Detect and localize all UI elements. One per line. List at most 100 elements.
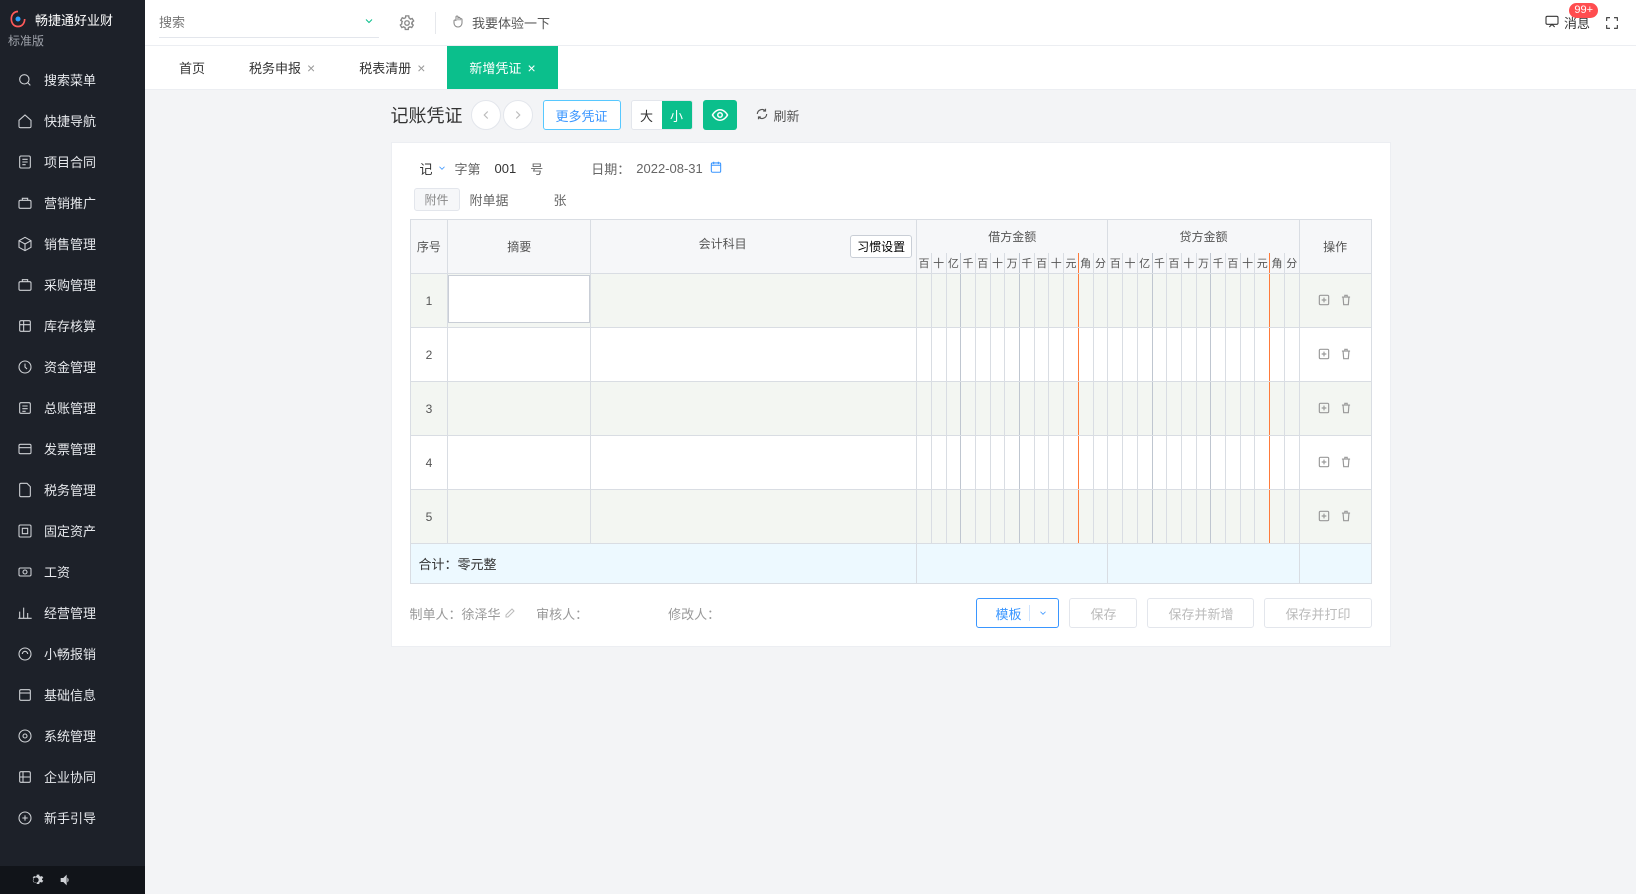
size-large-button[interactable]: 大 (632, 101, 662, 129)
sidebar-item[interactable]: 资金管理 (0, 346, 145, 387)
amount-cell[interactable] (1137, 436, 1152, 490)
sidebar-item[interactable]: 固定资产 (0, 510, 145, 551)
more-voucher-button[interactable]: 更多凭证 (543, 100, 621, 130)
amount-cell[interactable] (1167, 490, 1182, 544)
amount-cell[interactable] (1181, 328, 1196, 382)
fullscreen-icon[interactable] (1602, 13, 1622, 33)
amount-cell[interactable] (946, 328, 961, 382)
amount-cell[interactable] (1226, 436, 1241, 490)
gear-icon[interactable] (393, 9, 421, 37)
add-row-icon[interactable] (1316, 509, 1332, 525)
amount-cell[interactable] (1020, 274, 1035, 328)
amount-cell[interactable] (1284, 490, 1299, 544)
amount-cell[interactable] (975, 490, 990, 544)
amount-cell[interactable] (1211, 328, 1226, 382)
amount-cell[interactable] (1093, 382, 1108, 436)
amount-cell[interactable] (1123, 490, 1138, 544)
preview-button[interactable] (703, 100, 737, 130)
amount-cell[interactable] (931, 436, 946, 490)
amount-cell[interactable] (1240, 328, 1255, 382)
template-button[interactable]: 模板 (976, 598, 1059, 628)
amount-cell[interactable] (1211, 490, 1226, 544)
amount-cell[interactable] (1284, 274, 1299, 328)
amount-cell[interactable] (1240, 490, 1255, 544)
amount-cell[interactable] (1255, 490, 1270, 544)
amount-cell[interactable] (1078, 490, 1093, 544)
amount-cell[interactable] (1284, 328, 1299, 382)
amount-cell[interactable] (1108, 490, 1123, 544)
amount-cell[interactable] (931, 328, 946, 382)
amount-cell[interactable] (1078, 328, 1093, 382)
amount-cell[interactable] (1211, 382, 1226, 436)
amount-cell[interactable] (1049, 382, 1064, 436)
amount-cell[interactable] (1255, 436, 1270, 490)
amount-cell[interactable] (1181, 274, 1196, 328)
amount-cell[interactable] (1034, 382, 1049, 436)
sidebar-item[interactable]: 营销推广 (0, 182, 145, 223)
amount-cell[interactable] (931, 382, 946, 436)
add-row-icon[interactable] (1316, 455, 1332, 471)
amount-cell[interactable] (990, 382, 1005, 436)
summary-cell[interactable] (448, 382, 591, 436)
amount-cell[interactable] (1093, 274, 1108, 328)
sidebar-item[interactable]: 库存核算 (0, 305, 145, 346)
sidebar-item[interactable]: 总账管理 (0, 387, 145, 428)
summary-cell[interactable] (448, 328, 591, 382)
sidebar-item[interactable]: 系统管理 (0, 715, 145, 756)
amount-cell[interactable] (1270, 274, 1285, 328)
amount-cell[interactable] (975, 274, 990, 328)
sidebar-item[interactable]: 小畅报销 (0, 633, 145, 674)
amount-cell[interactable] (917, 436, 932, 490)
amount-cell[interactable] (1049, 274, 1064, 328)
amount-cell[interactable] (1167, 382, 1182, 436)
amount-cell[interactable] (1270, 490, 1285, 544)
amount-cell[interactable] (1152, 436, 1167, 490)
amount-cell[interactable] (1123, 274, 1138, 328)
voucher-type-dropdown[interactable]: 记 (420, 159, 447, 178)
amount-cell[interactable] (1108, 436, 1123, 490)
amount-cell[interactable] (917, 328, 932, 382)
date-value[interactable]: 2022-08-31 (636, 161, 703, 176)
amount-cell[interactable] (1226, 490, 1241, 544)
message-button[interactable]: 消息 99+ (1544, 13, 1590, 32)
delete-row-icon[interactable] (1338, 509, 1354, 525)
amount-cell[interactable] (1255, 274, 1270, 328)
add-row-icon[interactable] (1316, 293, 1332, 309)
amount-cell[interactable] (1034, 274, 1049, 328)
amount-cell[interactable] (931, 274, 946, 328)
amount-cell[interactable] (1093, 490, 1108, 544)
sidebar-item[interactable]: 基础信息 (0, 674, 145, 715)
amount-cell[interactable] (1137, 328, 1152, 382)
amount-cell[interactable] (1196, 436, 1211, 490)
tab[interactable]: 税务申报× (227, 46, 337, 89)
amount-cell[interactable] (990, 328, 1005, 382)
amount-cell[interactable] (1078, 382, 1093, 436)
sound-icon[interactable] (58, 872, 74, 888)
delete-row-icon[interactable] (1338, 293, 1354, 309)
amount-cell[interactable] (1167, 328, 1182, 382)
sidebar-item[interactable]: 经营管理 (0, 592, 145, 633)
amount-cell[interactable] (1196, 274, 1211, 328)
amount-cell[interactable] (1255, 382, 1270, 436)
amount-cell[interactable] (1181, 382, 1196, 436)
sidebar-item[interactable]: 采购管理 (0, 264, 145, 305)
attachment-chip[interactable]: 附件 (414, 188, 460, 211)
amount-cell[interactable] (1093, 436, 1108, 490)
amount-cell[interactable] (1196, 382, 1211, 436)
amount-cell[interactable] (1049, 490, 1064, 544)
habit-settings-button[interactable]: 习惯设置 (850, 235, 912, 258)
amount-cell[interactable] (1064, 436, 1079, 490)
sidebar-item[interactable]: 税务管理 (0, 469, 145, 510)
summary-cell[interactable] (448, 436, 591, 490)
save-button[interactable]: 保存 (1069, 598, 1137, 628)
amount-cell[interactable] (1123, 436, 1138, 490)
amount-cell[interactable] (1137, 274, 1152, 328)
amount-cell[interactable] (1078, 274, 1093, 328)
amount-cell[interactable] (990, 490, 1005, 544)
save-new-button[interactable]: 保存并新增 (1147, 598, 1254, 628)
amount-cell[interactable] (1123, 328, 1138, 382)
amount-cell[interactable] (1020, 490, 1035, 544)
calendar-icon[interactable] (709, 160, 723, 177)
amount-cell[interactable] (1270, 328, 1285, 382)
amount-cell[interactable] (961, 436, 976, 490)
